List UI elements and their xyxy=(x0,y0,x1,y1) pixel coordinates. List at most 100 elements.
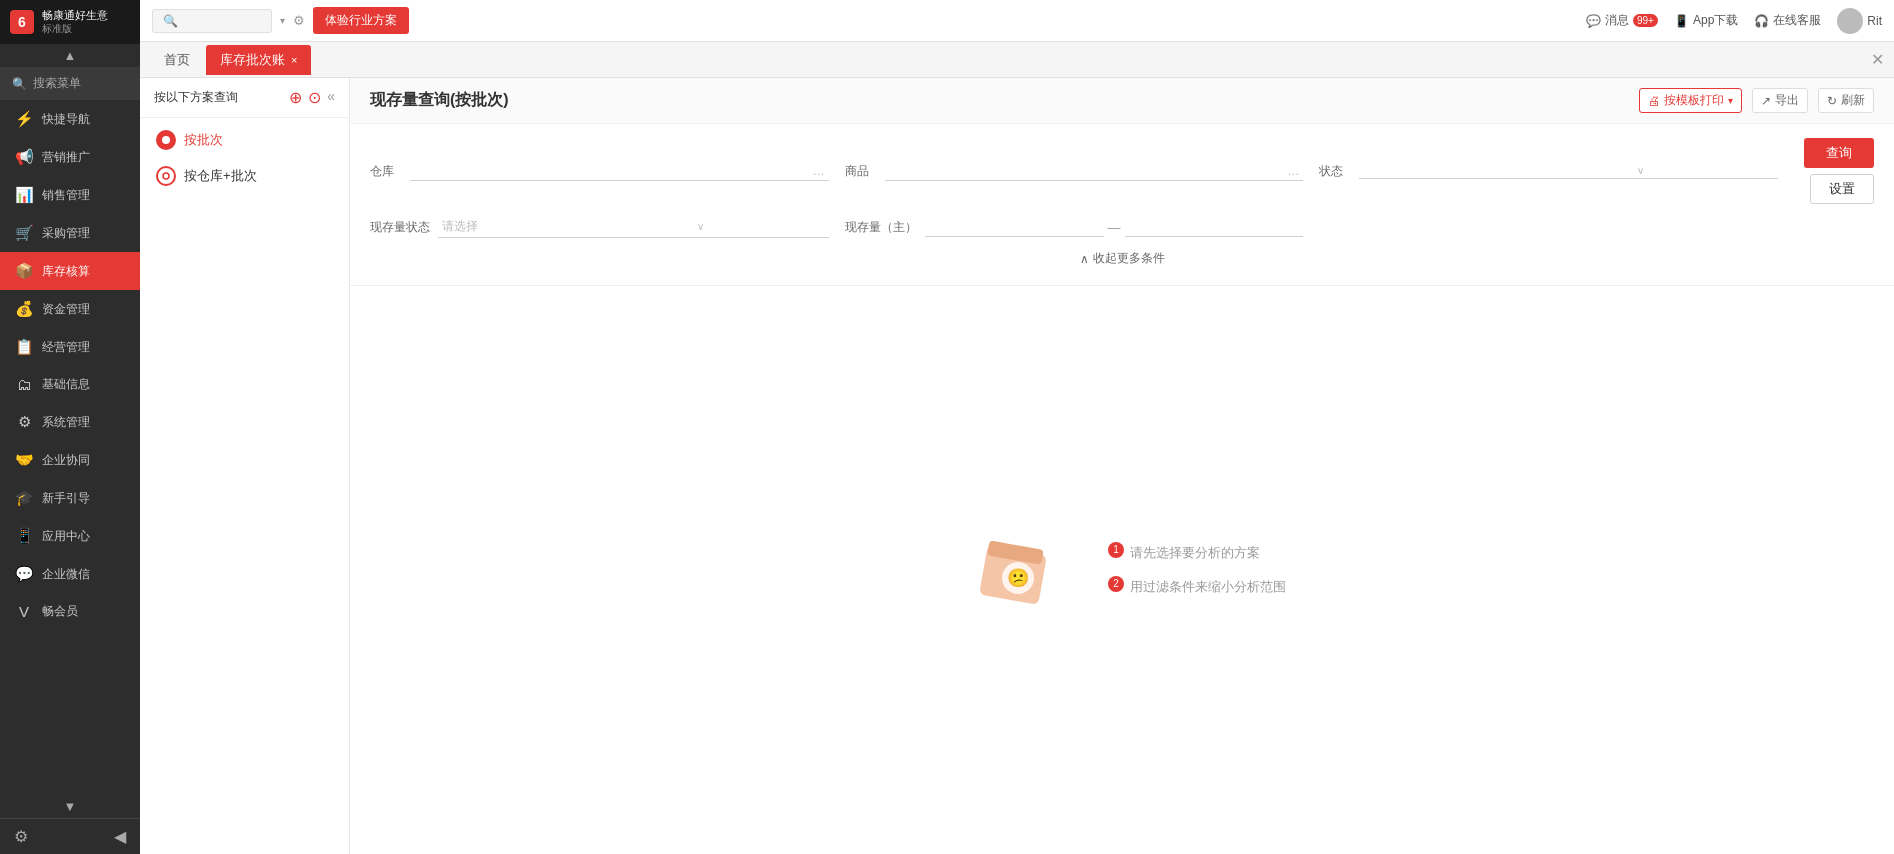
sidebar-nav: ⚡ 快捷导航 📢 营销推广 📊 销售管理 🛒 采购管理 📦 库存核算 💰 资金管… xyxy=(0,100,140,795)
tab-close-icon[interactable]: × xyxy=(291,54,297,66)
notifications-btn[interactable]: 💬 消息 99+ xyxy=(1586,12,1658,29)
tabs-bar: 首页 库存批次账 × ✕ xyxy=(140,42,1894,78)
product-input[interactable] xyxy=(889,164,1288,178)
stock-qty-wrap: 现存量（主） — xyxy=(845,218,1304,237)
refresh-btn[interactable]: ↻ 刷新 xyxy=(1818,88,1874,113)
scheme-collapse-icon[interactable]: « xyxy=(327,88,335,107)
stock-status-arrow: ∨ xyxy=(697,221,825,232)
stock-qty-from-input[interactable] xyxy=(925,218,1104,237)
user-profile-btn[interactable]: Rit xyxy=(1837,8,1882,34)
step2-num: 2 xyxy=(1108,576,1124,592)
sidebar-item-enterprise[interactable]: 🤝 企业协同 xyxy=(0,441,140,479)
sidebar-search-item[interactable]: 🔍 搜索菜单 xyxy=(0,67,140,100)
footer-settings-icon[interactable]: ⚙ xyxy=(14,827,28,846)
nav-label-sales: 销售管理 xyxy=(42,187,90,204)
step1-text: 请先选择要分析的方案 xyxy=(1130,540,1260,566)
main-area: 🔍 ▾ ⚙ 体验行业方案 💬 消息 99+ 📱 App下载 🎧 在线客服 xyxy=(140,0,1894,854)
empty-step-1: 1 请先选择要分析的方案 xyxy=(1108,540,1286,566)
sidebar-item-marketing[interactable]: 📢 营销推广 xyxy=(0,138,140,176)
warehouse-input[interactable] xyxy=(414,164,813,178)
filter-row-top: 仓库 … 商品 … xyxy=(370,138,1874,204)
app-edition: 标准版 xyxy=(42,22,108,36)
scheme-item-by-batch[interactable]: 按批次 xyxy=(140,122,349,158)
scheme-item-by-warehouse-batch[interactable]: 按仓库+批次 xyxy=(140,158,349,194)
sidebar-scroll-up[interactable]: ▲ xyxy=(0,44,140,67)
scheme-settings-icon[interactable]: ⊙ xyxy=(308,88,321,107)
product-filter-col: 商品 … xyxy=(845,138,1304,204)
page-content: 按以下方案查询 ⊕ ⊙ « 按批次 按仓库 xyxy=(140,78,1894,854)
service-icon: 🎧 xyxy=(1754,14,1769,28)
topbar-left: 🔍 ▾ ⚙ 体验行业方案 xyxy=(152,7,1578,34)
footer-collapse-icon[interactable]: ◀ xyxy=(114,827,126,846)
sidebar-item-system[interactable]: ⚙ 系统管理 xyxy=(0,403,140,441)
sidebar-item-purchase[interactable]: 🛒 采购管理 xyxy=(0,214,140,252)
operations-icon: 📋 xyxy=(14,338,34,356)
sidebar-item-app-center[interactable]: 📱 应用中心 xyxy=(0,517,140,555)
app-download-btn[interactable]: 📱 App下载 xyxy=(1674,12,1738,29)
wechat-icon: 💬 xyxy=(14,565,34,583)
tab-inventory-batch[interactable]: 库存批次账 × xyxy=(206,45,311,75)
export-btn[interactable]: ↗ 导出 xyxy=(1752,88,1808,113)
online-service-btn[interactable]: 🎧 在线客服 xyxy=(1754,12,1821,29)
empty-text: 1 请先选择要分析的方案 2 用过滤条件来缩小分析范围 xyxy=(1108,540,1286,600)
collapse-label: 收起更多条件 xyxy=(1093,250,1165,267)
product-more-icon[interactable]: … xyxy=(1287,164,1299,178)
sidebar-item-basic[interactable]: 🗂 基础信息 xyxy=(0,366,140,403)
collapse-btn[interactable]: ∧ 收起更多条件 xyxy=(1080,246,1165,271)
quick-nav-icon: ⚡ xyxy=(14,110,34,128)
sidebar-item-inventory[interactable]: 📦 库存核算 xyxy=(0,252,140,290)
nav-label-app-center: 应用中心 xyxy=(42,528,90,545)
query-button[interactable]: 查询 xyxy=(1804,138,1874,168)
stock-status-placeholder: 请选择 xyxy=(442,218,570,235)
sidebar-item-sales[interactable]: 📊 销售管理 xyxy=(0,176,140,214)
topbar-search-box[interactable]: 🔍 xyxy=(152,9,272,33)
page-title: 现存量查询(按批次) xyxy=(370,90,509,111)
status-select[interactable]: ∨ xyxy=(1359,163,1778,179)
sidebar-item-guide[interactable]: 🎓 新手引导 xyxy=(0,479,140,517)
experience-button[interactable]: 体验行业方案 xyxy=(313,7,409,34)
topbar-search-icon: 🔍 xyxy=(163,14,178,28)
print-template-btn[interactable]: 🖨 按模板打印 ▾ xyxy=(1639,88,1742,113)
filter-row-bottom: 现存量状态 请选择 ∨ 现存量（主） — xyxy=(370,216,1874,238)
sidebar-scroll-down[interactable]: ▼ xyxy=(0,795,140,818)
nav-label-member: 畅会员 xyxy=(42,603,78,620)
empty-step-2: 2 用过滤条件来缩小分析范围 xyxy=(1108,574,1286,600)
panel-close-button[interactable]: ✕ xyxy=(1871,50,1884,69)
warehouse-more-icon[interactable]: … xyxy=(813,164,825,178)
page-title-bar: 现存量查询(按批次) 🖨 按模板打印 ▾ ↗ 导出 ↻ 刷新 xyxy=(350,78,1894,124)
sidebar-search-label: 搜索菜单 xyxy=(33,75,81,92)
warehouse-input-wrap: … xyxy=(410,162,829,181)
topbar-gear-icon[interactable]: ⚙ xyxy=(293,13,305,28)
avatar xyxy=(1837,8,1863,34)
app-name: 畅康通好生意 xyxy=(42,8,108,22)
topbar-dropdown-arrow[interactable]: ▾ xyxy=(280,15,285,26)
nav-label-system: 系统管理 xyxy=(42,414,90,431)
scheme-by-batch-icon xyxy=(156,130,176,150)
finance-icon: 💰 xyxy=(14,300,34,318)
sidebar-item-quick-nav[interactable]: ⚡ 快捷导航 xyxy=(0,100,140,138)
stock-qty-range: — xyxy=(925,218,1304,237)
app-logo: 6 xyxy=(10,10,34,34)
topbar: 🔍 ▾ ⚙ 体验行业方案 💬 消息 99+ 📱 App下载 🎧 在线客服 xyxy=(140,0,1894,42)
tab-home[interactable]: 首页 xyxy=(150,45,204,75)
sidebar-item-wechat[interactable]: 💬 企业微信 xyxy=(0,555,140,593)
stock-qty-dash: — xyxy=(1108,220,1121,235)
sidebar-item-member[interactable]: V 畅会员 xyxy=(0,593,140,630)
scheme-add-icon[interactable]: ⊕ xyxy=(289,88,302,107)
guide-icon: 🎓 xyxy=(14,489,34,507)
step2-text: 用过滤条件来缩小分析范围 xyxy=(1130,574,1286,600)
nav-label-inventory: 库存核算 xyxy=(42,263,90,280)
stock-status-wrap: 现存量状态 请选择 ∨ xyxy=(370,216,829,238)
app-center-icon: 📱 xyxy=(14,527,34,545)
stock-status-select[interactable]: 请选择 ∨ xyxy=(438,216,829,238)
user-name: Rit xyxy=(1867,14,1882,28)
scheme-actions: ⊕ ⊙ « xyxy=(289,88,335,107)
print-dropdown-arrow[interactable]: ▾ xyxy=(1728,95,1733,106)
sidebar-item-finance[interactable]: 💰 资金管理 xyxy=(0,290,140,328)
empty-illustration: 😕 xyxy=(958,510,1078,630)
tab-home-label: 首页 xyxy=(164,51,190,69)
stock-qty-to-input[interactable] xyxy=(1125,218,1304,237)
setting-button[interactable]: 设置 xyxy=(1810,174,1874,204)
message-icon: 💬 xyxy=(1586,14,1601,28)
sidebar-item-operations[interactable]: 📋 经营管理 xyxy=(0,328,140,366)
